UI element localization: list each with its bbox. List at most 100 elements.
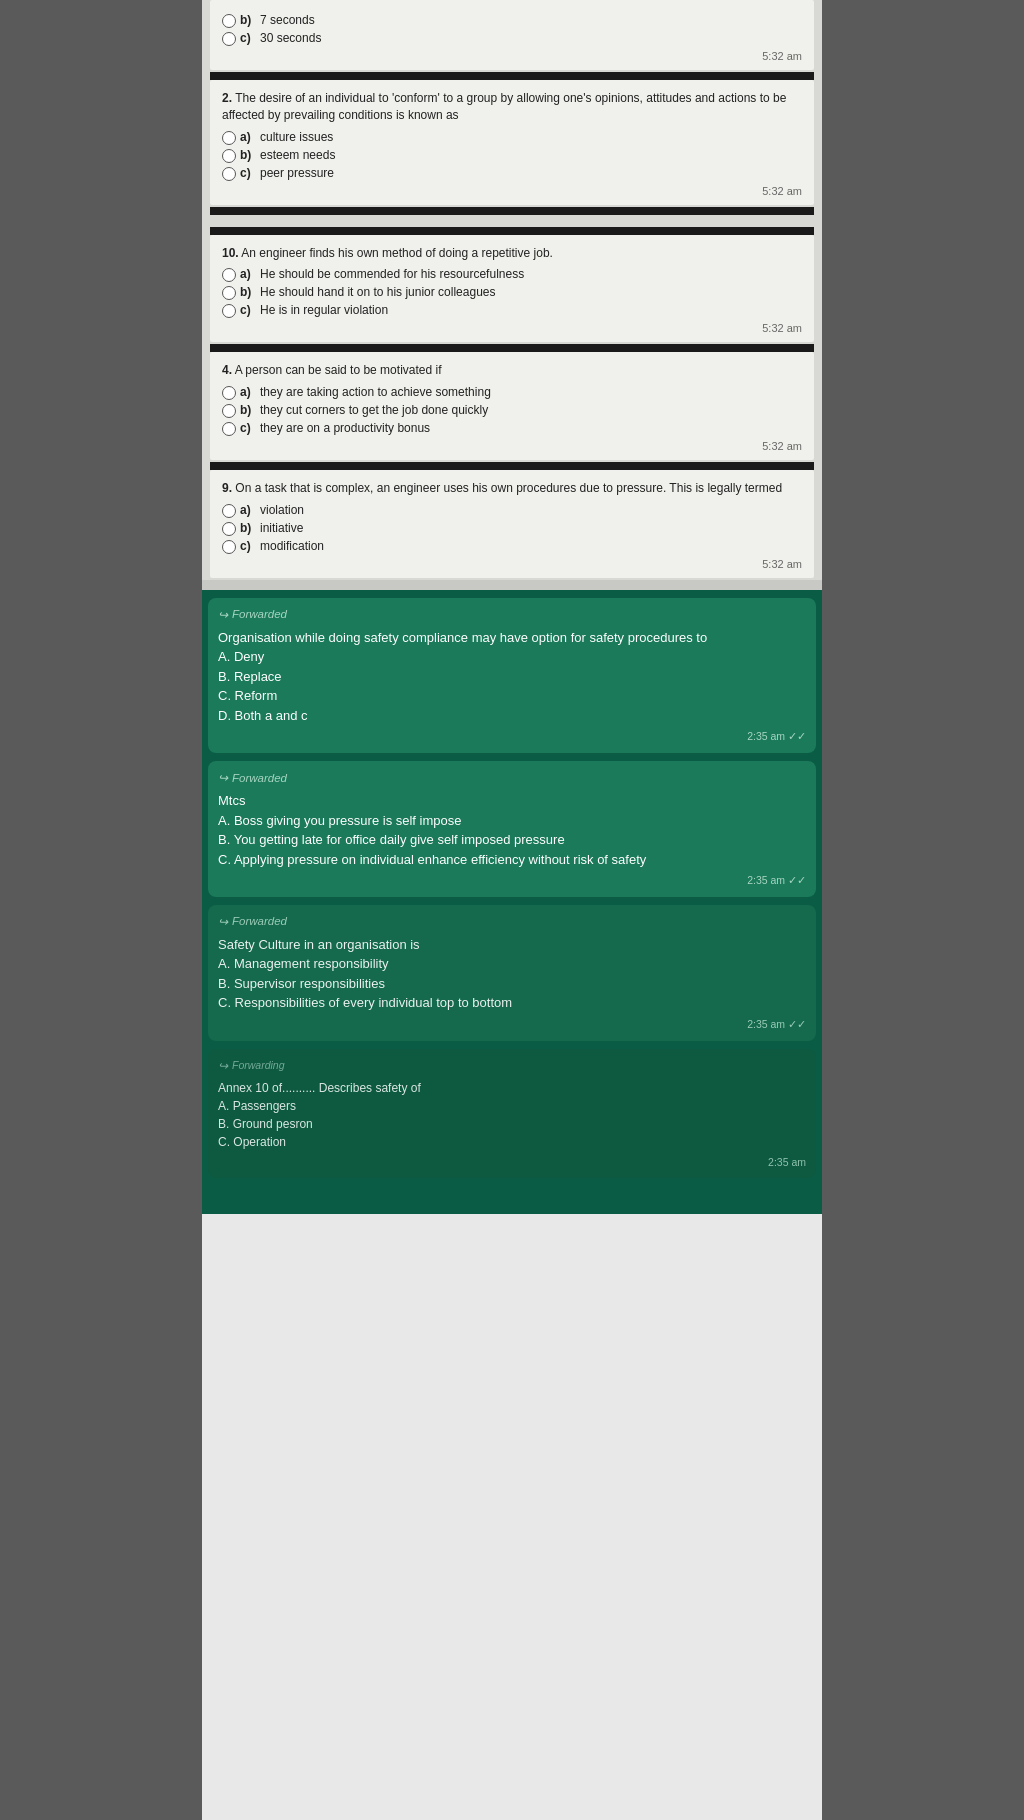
divider-bar (210, 227, 814, 235)
option-label: c) (240, 421, 256, 435)
bubble-content-2: Mtcs A. Boss giving you pressure is self… (218, 791, 806, 869)
option-text: He is in regular violation (260, 303, 388, 317)
option-text: modification (260, 539, 324, 553)
option-row: b) esteem needs (222, 148, 802, 163)
question-number: 2. (222, 91, 232, 105)
radio-b[interactable] (222, 14, 236, 28)
radio-c[interactable] (222, 540, 236, 554)
divider-bar (210, 72, 814, 80)
forwarded-label-4: ↪ Forwarding (218, 1057, 806, 1075)
option-label: b) (240, 285, 256, 299)
bubble-content-1: Organisation while doing safety complian… (218, 628, 806, 726)
question-text: 4. A person can be said to be motivated … (222, 362, 802, 379)
chat-bubble-2: ↪ Forwarded Mtcs A. Boss giving you pres… (208, 761, 816, 897)
option-label: b) (240, 403, 256, 417)
option-row: a) violation (222, 503, 802, 518)
option-row: c) peer pressure (222, 166, 802, 181)
bubble-timestamp-4: 2:35 am (218, 1155, 806, 1171)
option-row: b) they cut corners to get the job done … (222, 403, 802, 418)
phone-container: b) 7 seconds c) 30 seconds 5:32 am 2. Th… (202, 0, 822, 1820)
question-text: 9. On a task that is complex, an enginee… (222, 480, 802, 497)
option-label: a) (240, 503, 256, 517)
question-number: 9. (222, 481, 232, 495)
option-label: a) (240, 385, 256, 399)
option-c-text: 30 seconds (260, 31, 321, 45)
option-text: they are on a productivity bonus (260, 421, 430, 435)
divider-bar (210, 207, 814, 215)
option-label: c) (240, 303, 256, 317)
option-row: a) culture issues (222, 130, 802, 145)
option-row: c) they are on a productivity bonus (222, 421, 802, 436)
option-label: b) (240, 521, 256, 535)
option-text: culture issues (260, 130, 333, 144)
chat-bubble-4: ↪ Forwarding Annex 10 of.......... Descr… (208, 1049, 816, 1179)
option-label: c) (240, 539, 256, 553)
option-text: violation (260, 503, 304, 517)
option-row: b) 7 seconds (222, 13, 802, 28)
forwarded-label-3: ↪ Forwarded (218, 913, 806, 931)
option-b-label: b) (240, 13, 256, 27)
quiz-card-q9: 9. On a task that is complex, an enginee… (210, 470, 814, 578)
quiz-card-q4: 4. A person can be said to be motivated … (210, 352, 814, 460)
radio-a[interactable] (222, 268, 236, 282)
option-row: c) 30 seconds (222, 31, 802, 46)
option-text: they are taking action to achieve someth… (260, 385, 491, 399)
timestamp: 5:32 am (222, 440, 802, 452)
option-label: a) (240, 130, 256, 144)
forward-icon: ↪ (218, 1057, 228, 1075)
radio-a[interactable] (222, 131, 236, 145)
quiz-section: b) 7 seconds c) 30 seconds 5:32 am 2. Th… (202, 0, 822, 590)
option-text: they cut corners to get the job done qui… (260, 403, 488, 417)
chat-section: ↪ Forwarded Organisation while doing saf… (202, 590, 822, 1215)
quiz-card-partial: b) 7 seconds c) 30 seconds 5:32 am (210, 0, 814, 70)
option-row: c) modification (222, 539, 802, 554)
divider-bar (210, 462, 814, 470)
option-text: esteem needs (260, 148, 335, 162)
forwarded-label-2: ↪ Forwarded (218, 769, 806, 787)
radio-c[interactable] (222, 304, 236, 318)
option-text: He should hand it on to his junior colle… (260, 285, 496, 299)
option-text: peer pressure (260, 166, 334, 180)
question-text: 2. The desire of an individual to 'confo… (222, 90, 802, 124)
option-label: a) (240, 267, 256, 281)
option-c-label: c) (240, 31, 256, 45)
option-row: b) initiative (222, 521, 802, 536)
timestamp: 5:32 am (222, 322, 802, 334)
option-text: He should be commended for his resourcef… (260, 267, 524, 281)
option-label: b) (240, 148, 256, 162)
forward-icon: ↪ (218, 913, 228, 931)
radio-a[interactable] (222, 504, 236, 518)
timestamp: 5:32 am (222, 50, 802, 62)
bubble-timestamp-2: 2:35 am ✓✓ (218, 873, 806, 889)
radio-a[interactable] (222, 386, 236, 400)
radio-b[interactable] (222, 286, 236, 300)
quiz-card-q10: 10. An engineer finds his own method of … (210, 235, 814, 343)
option-row: c) He is in regular violation (222, 303, 802, 318)
question-number: 4. (222, 363, 232, 377)
option-text: initiative (260, 521, 303, 535)
question-number: 10. (222, 246, 239, 260)
option-row: a) He should be commended for his resour… (222, 267, 802, 282)
chat-bubble-3: ↪ Forwarded Safety Culture in an organis… (208, 905, 816, 1041)
forwarded-text: Forwarded (232, 913, 287, 930)
radio-c[interactable] (222, 32, 236, 46)
chat-bubble-1: ↪ Forwarded Organisation while doing saf… (208, 598, 816, 753)
option-row: a) they are taking action to achieve som… (222, 385, 802, 400)
bubble-content-3: Safety Culture in an organisation is A. … (218, 935, 806, 1013)
option-b-text: 7 seconds (260, 13, 315, 27)
bubble-content-4: Annex 10 of.......... Describes safety o… (218, 1079, 806, 1151)
timestamp: 5:32 am (222, 185, 802, 197)
forwarded-text: Forwarded (232, 606, 287, 623)
forwarded-label-1: ↪ Forwarded (218, 606, 806, 624)
radio-b[interactable] (222, 149, 236, 163)
radio-b[interactable] (222, 404, 236, 418)
forwarded-text: Forwarding (232, 1058, 285, 1074)
radio-c[interactable] (222, 167, 236, 181)
bubble-timestamp-1: 2:35 am ✓✓ (218, 729, 806, 745)
divider-bar (210, 344, 814, 352)
option-row: b) He should hand it on to his junior co… (222, 285, 802, 300)
forward-icon: ↪ (218, 606, 228, 624)
radio-b[interactable] (222, 522, 236, 536)
radio-c[interactable] (222, 422, 236, 436)
option-label: c) (240, 166, 256, 180)
